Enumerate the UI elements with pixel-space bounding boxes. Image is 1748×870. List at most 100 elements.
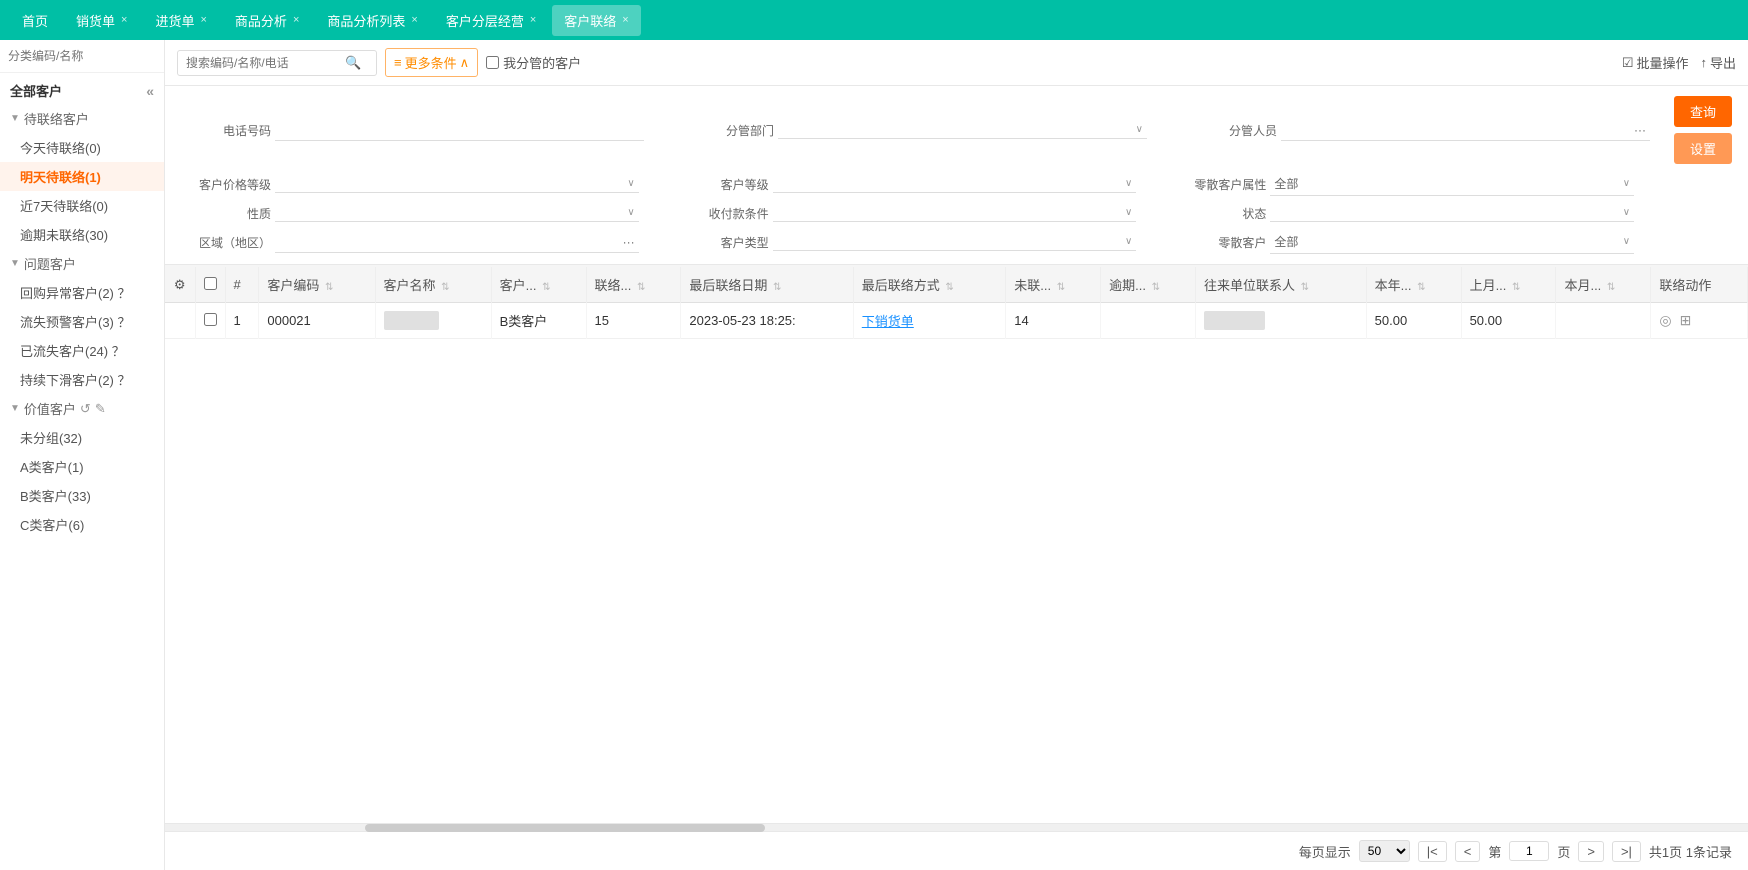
sidebar-item-repurchase-abnormal[interactable]: 回购异常客户(2) ？ bbox=[0, 278, 164, 307]
nav-item-productanalysis[interactable]: 商品分析 × bbox=[223, 5, 311, 36]
nav-item-customercontact[interactable]: 客户联络 × bbox=[552, 5, 640, 36]
companycontact-sort-icon[interactable]: ⇅ bbox=[1301, 282, 1309, 293]
checkbox-icon: ☑ bbox=[1622, 55, 1634, 71]
thisyear-sort-icon[interactable]: ⇅ bbox=[1417, 282, 1425, 293]
export-button[interactable]: ↑ 导出 bbox=[1700, 53, 1736, 72]
payment-select[interactable]: ∨ bbox=[773, 204, 1137, 222]
overdue-sort-icon[interactable]: ⇅ bbox=[1152, 282, 1160, 293]
sidebar-item-declining[interactable]: 持续下滑客户(2) ？ bbox=[0, 365, 164, 394]
nav-item-customersegment[interactable]: 客户分层经营 × bbox=[434, 5, 548, 36]
status-select[interactable]: ∨ bbox=[1270, 204, 1634, 222]
gear-settings-icon[interactable]: ⚙ bbox=[174, 277, 186, 292]
last-method-link[interactable]: 下销货单 bbox=[862, 314, 914, 329]
first-page-button[interactable]: |< bbox=[1418, 841, 1447, 862]
row-checkbox[interactable] bbox=[204, 313, 217, 326]
filter-search-input[interactable] bbox=[186, 56, 341, 70]
filter-row-2: 客户价格等级 ∨ 客户等级 ∨ 零散客户属性 bbox=[181, 172, 1732, 196]
sidebar-item-week-pending[interactable]: 近7天待联络(0) bbox=[0, 191, 164, 220]
lastmethod-sort-icon[interactable]: ⇅ bbox=[945, 282, 953, 293]
value-refresh-icon[interactable]: ↺ bbox=[80, 401, 91, 417]
sidebar-item-b-class[interactable]: B类客户(33) bbox=[0, 481, 164, 510]
cell-num: 1 bbox=[225, 303, 259, 339]
contact-sort-icon[interactable]: ⇅ bbox=[637, 282, 645, 293]
my-customers-checkbox[interactable] bbox=[486, 56, 499, 69]
lastmonth-sort-icon[interactable]: ⇅ bbox=[1512, 282, 1520, 293]
sidebar-item-tomorrow-pending[interactable]: 明天待联络(1) bbox=[0, 162, 164, 191]
retail-customer-chevron-icon: ∨ bbox=[1623, 236, 1630, 247]
grid-action-icon[interactable]: ⊞ bbox=[1680, 312, 1692, 329]
close-purchaseorder-icon[interactable]: × bbox=[200, 14, 206, 26]
sidebar-search-input[interactable] bbox=[8, 49, 163, 63]
sidebar-section-pending[interactable]: 待联络客户 bbox=[0, 104, 164, 133]
customer-type-select[interactable]: ∨ bbox=[773, 233, 1137, 251]
sidebar-item-a-class[interactable]: A类客户(1) bbox=[0, 452, 164, 481]
more-conditions-button[interactable]: ≡ 更多条件 ∧ bbox=[385, 48, 478, 77]
filter-search-box[interactable]: 🔍 bbox=[177, 50, 377, 76]
nature-select[interactable]: ∨ bbox=[275, 204, 639, 222]
sidebar-item-churned[interactable]: 已流失客户(24) ？ bbox=[0, 336, 164, 365]
scrollbar-thumb[interactable] bbox=[365, 824, 765, 832]
horizontal-scrollbar[interactable] bbox=[165, 823, 1748, 831]
close-customercontact-icon[interactable]: × bbox=[622, 14, 628, 26]
nav-item-salesorder[interactable]: 销货单 × bbox=[64, 5, 139, 36]
status-chevron-icon: ∨ bbox=[1623, 207, 1630, 218]
close-productanalysislist-icon[interactable]: × bbox=[411, 14, 417, 26]
batch-operation-button[interactable]: ☑ 批量操作 bbox=[1622, 53, 1689, 72]
price-level-select[interactable]: ∨ bbox=[275, 175, 639, 193]
retail-attr-select[interactable]: 全部 ∨ bbox=[1270, 172, 1634, 196]
type-sort-icon[interactable]: ⇅ bbox=[542, 282, 550, 293]
prev-page-button[interactable]: < bbox=[1455, 841, 1481, 862]
page-number-input[interactable] bbox=[1509, 841, 1549, 861]
value-edit-icon[interactable]: ✎ bbox=[95, 401, 106, 417]
retail-customer-select[interactable]: 全部 ∨ bbox=[1270, 230, 1634, 254]
close-productanalysis-icon[interactable]: × bbox=[293, 14, 299, 26]
dept-select[interactable]: ∨ bbox=[778, 121, 1147, 139]
close-customersegment-icon[interactable]: × bbox=[530, 14, 536, 26]
phone-action-icon[interactable]: ◎ bbox=[1659, 312, 1671, 329]
filter-col-nature: 性质 ∨ bbox=[181, 204, 639, 222]
area-more-icon[interactable]: ··· bbox=[623, 235, 635, 249]
customer-type-label: 客户类型 bbox=[679, 234, 769, 251]
sidebar-item-ungrouped[interactable]: 未分组(32) bbox=[0, 423, 164, 452]
sidebar-section-value[interactable]: 价值客户 ↺ ✎ bbox=[0, 394, 164, 423]
col-checkbox bbox=[195, 267, 225, 303]
sidebar-item-today-pending[interactable]: 今天待联络(0) bbox=[0, 133, 164, 162]
filter-search-icon[interactable]: 🔍 bbox=[345, 55, 361, 71]
phone-input[interactable] bbox=[279, 123, 640, 137]
unreached-sort-icon[interactable]: ⇅ bbox=[1057, 282, 1065, 293]
nav-item-productanalysislist[interactable]: 商品分析列表 × bbox=[315, 5, 429, 36]
sidebar-section-problem[interactable]: 问题客户 bbox=[0, 249, 164, 278]
page-size-select[interactable]: 50 100 200 bbox=[1359, 840, 1410, 862]
nav-home[interactable]: 首页 bbox=[10, 5, 60, 36]
status-label: 状态 bbox=[1176, 205, 1266, 222]
nav-item-purchaseorder[interactable]: 进货单 × bbox=[143, 5, 218, 36]
sidebar-all-customers[interactable]: 全部客户 « bbox=[0, 73, 164, 104]
filter-col-manager: 分管人员 ··· bbox=[1187, 120, 1650, 141]
filter-col-phone: 电话号码 bbox=[181, 120, 644, 141]
area-select[interactable]: ··· bbox=[275, 232, 639, 253]
cell-company-contact: ··· bbox=[1196, 303, 1367, 339]
select-all-checkbox[interactable] bbox=[204, 277, 217, 290]
sidebar-collapse-icon[interactable]: « bbox=[146, 83, 154, 99]
sidebar-item-c-class[interactable]: C类客户(6) bbox=[0, 510, 164, 539]
code-sort-icon[interactable]: ⇅ bbox=[325, 282, 333, 293]
manager-select[interactable]: ··· bbox=[1281, 120, 1650, 141]
my-customers-checkbox-label[interactable]: 我分管的客户 bbox=[486, 53, 581, 72]
next-page-button[interactable]: > bbox=[1578, 841, 1604, 862]
table-row: 1 000021 Ea B类客户 15 2023-05-23 18:25: 下销… bbox=[165, 303, 1748, 339]
dept-label: 分管部门 bbox=[684, 122, 774, 139]
thismonth-sort-icon[interactable]: ⇅ bbox=[1607, 282, 1615, 293]
sidebar-item-overdue-pending[interactable]: 逾期未联络(30) bbox=[0, 220, 164, 249]
sidebar-item-churn-warning[interactable]: 流失预警客户(3) ？ bbox=[0, 307, 164, 336]
phone-input-wrap[interactable] bbox=[275, 120, 644, 141]
manager-more-icon[interactable]: ··· bbox=[1634, 123, 1646, 137]
lastdate-sort-icon[interactable]: ⇅ bbox=[773, 282, 781, 293]
last-page-button[interactable]: >| bbox=[1612, 841, 1641, 862]
customer-level-select[interactable]: ∨ bbox=[773, 175, 1137, 193]
query-button[interactable]: 查询 bbox=[1674, 96, 1732, 127]
col-this-year-header: 本年... ⇅ bbox=[1366, 267, 1461, 303]
settings-button[interactable]: 设置 bbox=[1674, 133, 1732, 164]
cell-contact: 15 bbox=[586, 303, 681, 339]
close-salesorder-icon[interactable]: × bbox=[121, 14, 127, 26]
name-sort-icon[interactable]: ⇅ bbox=[441, 282, 449, 293]
